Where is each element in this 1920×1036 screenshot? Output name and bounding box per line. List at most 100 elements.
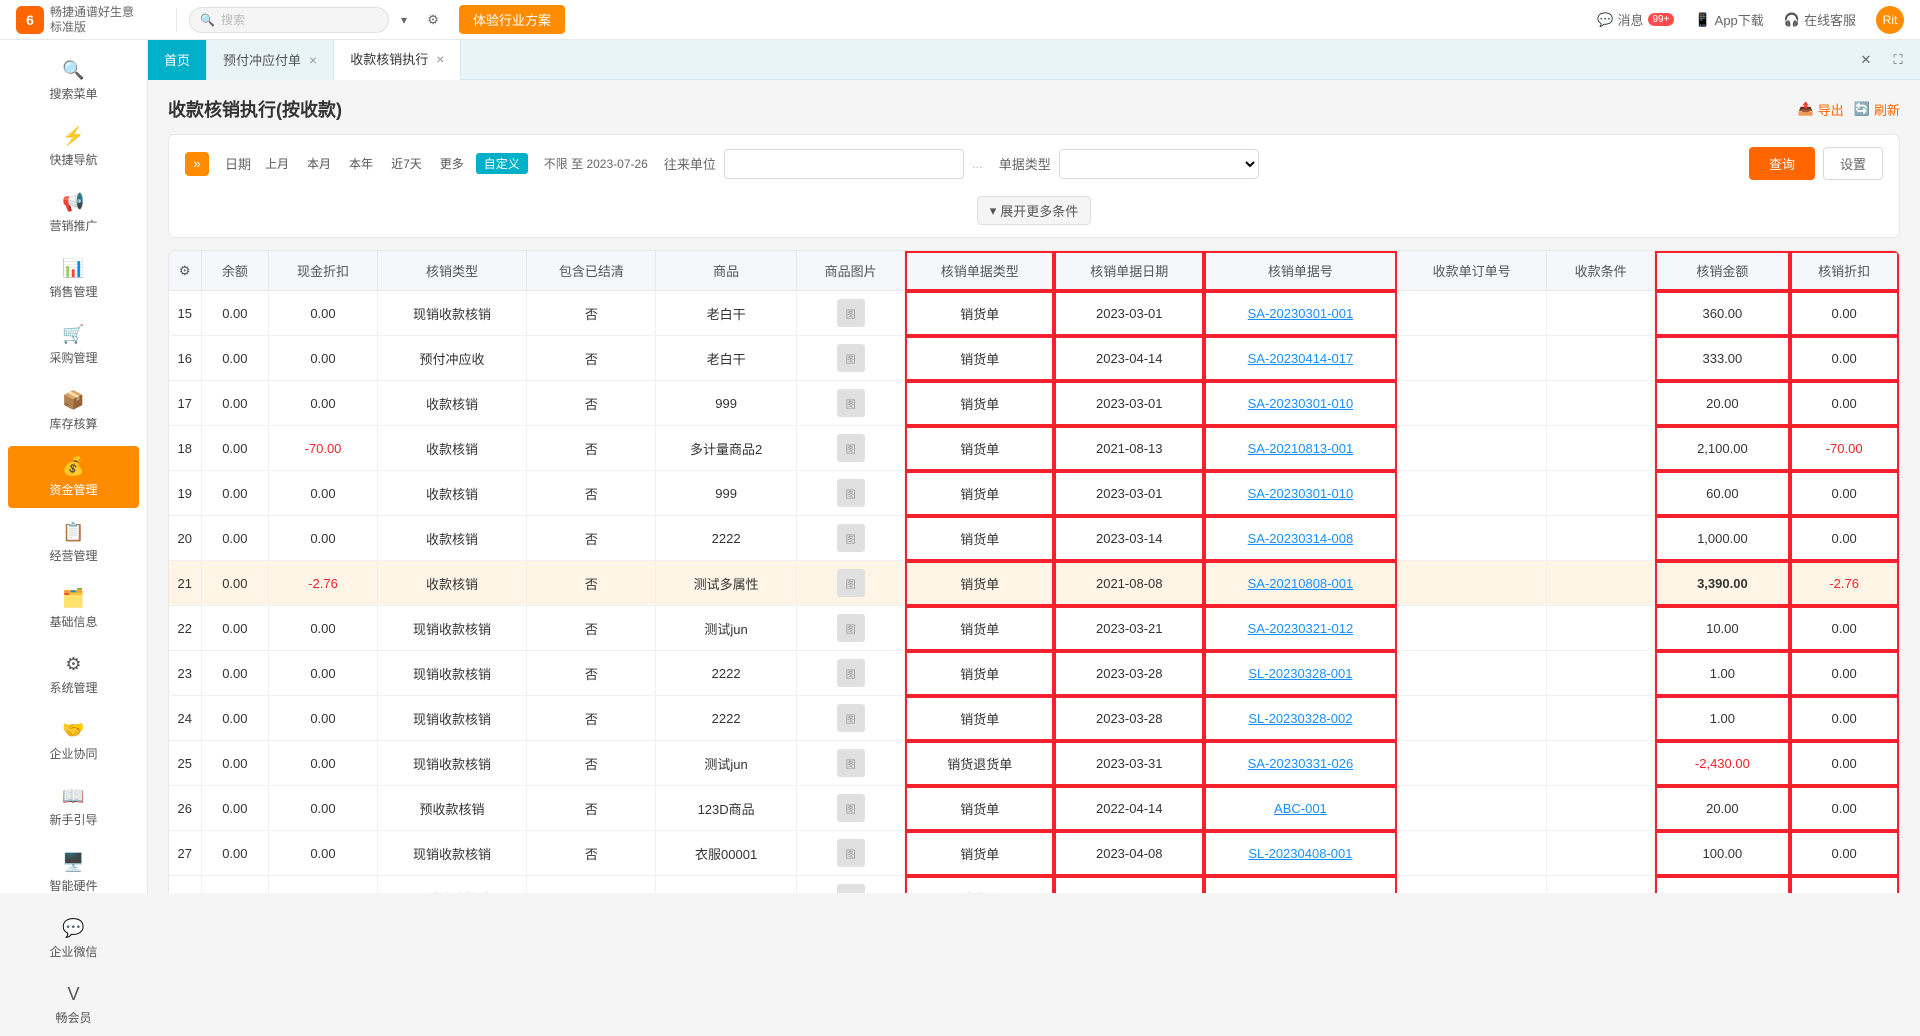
messages-label: 消息 (1617, 10, 1643, 29)
collapse-btn[interactable]: » (185, 152, 209, 176)
th-settings[interactable]: ⚙ (169, 251, 201, 291)
cell-verify-discount: 0.00 (1790, 651, 1899, 696)
cell-goods: 测试jun (656, 606, 796, 651)
page-content: 收款核销执行(按收款) 📤 导出 🔄 刷新 » (148, 80, 1920, 893)
more-date-btn[interactable]: 更多 (434, 153, 470, 174)
online-service-btn[interactable]: 🎧 在线客服 (1784, 10, 1856, 29)
last-7days-btn[interactable]: 近7天 (385, 153, 428, 174)
voucher-type-select[interactable] (1059, 149, 1259, 179)
cell-goods: 测试jun (656, 741, 796, 786)
sidebar-item-hardware[interactable]: 🖥️ 智能硬件 (8, 842, 139, 904)
setting-button[interactable]: 设置 (1823, 147, 1883, 180)
verify-bill-no-link[interactable]: SA-20210813-001 (1248, 441, 1354, 456)
sidebar-item-sales[interactable]: 📊 销售管理 (8, 248, 139, 310)
tab-bar-actions: ✕ ⛶ (1852, 46, 1920, 74)
last-month-btn[interactable]: 上月 (259, 153, 295, 174)
verify-bill-no-link[interactable]: SL-20230408-001 (1248, 846, 1352, 861)
cell-verify-bill-date: 2021-08-08 (1054, 561, 1204, 606)
maximize-icon[interactable]: ⛶ (1884, 46, 1912, 74)
sidebar-item-guide[interactable]: 📖 新手引导 (8, 776, 139, 838)
sidebar-item-shortcuts[interactable]: ⚡ 快捷导航 (8, 116, 139, 178)
table-row: 240.000.00现销收款核销否2222图销货单2023-03-28SL-20… (169, 696, 1899, 741)
partner-input[interactable] (724, 149, 964, 179)
cell-verify-discount: 0.00 (1790, 381, 1899, 426)
verify-bill-no-link[interactable]: SA-20230414-017 (1248, 351, 1354, 366)
cell-row-num: 19 (169, 471, 201, 516)
partner-label: 往来单位 (664, 154, 716, 173)
dropdown-button[interactable]: ▾ (401, 13, 407, 27)
table-row: 280.000.00现销收款核销否2222图销货单2023-04-18SL-20… (169, 876, 1899, 894)
tab-home[interactable]: 首页 (148, 40, 207, 80)
this-year-btn[interactable]: 本年 (343, 153, 379, 174)
query-button[interactable]: 查询 (1749, 147, 1815, 180)
sidebar-item-basic-info[interactable]: 🗂️ 基础信息 (8, 578, 139, 640)
verify-bill-no-link[interactable]: SA-20230301-010 (1248, 486, 1354, 501)
cell-receipt-condition (1546, 606, 1655, 651)
verify-bill-no-link[interactable]: SA-20210808-001 (1248, 576, 1354, 591)
verify-bill-no-link[interactable]: SA-20230321-012 (1248, 621, 1354, 636)
cell-verify-bill-no: SA-20230331-026 (1204, 741, 1397, 786)
tab-prepay-close[interactable]: × (309, 52, 317, 68)
sidebar-item-finance[interactable]: 💰 资金管理 (8, 446, 139, 508)
sidebar-item-search[interactable]: 🔍 搜索菜单 (8, 50, 139, 112)
verify-bill-no-link[interactable]: SL-20230328-002 (1248, 711, 1352, 726)
cell-cash-discount: 0.00 (269, 291, 378, 336)
messages-btn[interactable]: 💬 消息 99+ (1597, 10, 1674, 29)
chevron-down-icon: ▾ (990, 203, 997, 219)
verify-bill-no-link[interactable]: SA-20230301-001 (1248, 306, 1354, 321)
sidebar-item-operations[interactable]: 📋 经营管理 (8, 512, 139, 574)
table-row: 250.000.00现销收款核销否测试jun图销货退货单2023-03-31SA… (169, 741, 1899, 786)
sidebar-item-system[interactable]: ⚙ 系统管理 (8, 644, 139, 706)
cell-verify-type: 现销收款核销 (377, 651, 527, 696)
cell-goods-img: 图 (796, 606, 905, 651)
cell-verify-bill-date: 2023-03-01 (1054, 471, 1204, 516)
cell-goods: 2222 (656, 876, 796, 894)
purchase-icon: 🛒 (62, 324, 84, 345)
expand-label: 展开更多条件 (1000, 201, 1078, 220)
sidebar-item-wechat[interactable]: 💬 企业微信 (8, 908, 139, 970)
cell-receipt-condition (1546, 471, 1655, 516)
th-verify-bill-no: 核销单据号 (1204, 251, 1397, 291)
tab-receipt-verify[interactable]: 收款核销执行 × (334, 40, 461, 80)
verify-bill-no-link[interactable]: SA-20230314-008 (1248, 531, 1354, 546)
cell-verify-amount: 100.00 (1655, 831, 1790, 876)
trial-button[interactable]: 体验行业方案 (459, 5, 565, 34)
cell-row-num: 21 (169, 561, 201, 606)
verify-bill-no-link[interactable]: SL-20230328-001 (1248, 666, 1352, 681)
cell-cash-discount: 0.00 (269, 876, 378, 894)
cell-receipt-condition (1546, 651, 1655, 696)
this-month-btn[interactable]: 本月 (301, 153, 337, 174)
verify-bill-no-link[interactable]: ABC-001 (1274, 801, 1327, 816)
cell-verify-type: 现销收款核销 (377, 696, 527, 741)
sidebar-item-inventory[interactable]: 📦 库存核算 (8, 380, 139, 442)
export-button[interactable]: 📤 导出 (1798, 100, 1844, 119)
table-scroll-area[interactable]: ⚙ 余额 现金折扣 核销类型 包含已结清 商品 商品图片 核销单据类型 核销单据… (169, 251, 1899, 893)
refresh-button[interactable]: 🔄 刷新 (1854, 100, 1900, 119)
hardware-icon: 🖥️ (62, 852, 84, 873)
app-download-btn[interactable]: 📱 App下载 (1694, 10, 1763, 29)
close-tab-icon[interactable]: ✕ (1852, 46, 1880, 74)
cell-verify-bill-type: 销货单 (905, 561, 1055, 606)
tab-receipt-verify-close[interactable]: × (436, 51, 444, 67)
th-verify-bill-type: 核销单据类型 (905, 251, 1055, 291)
expand-conditions-btn[interactable]: ▾ 展开更多条件 (977, 196, 1092, 225)
top-search-bar[interactable]: 🔍 搜索 (189, 7, 389, 33)
search-placeholder: 搜索 (221, 11, 245, 28)
cell-include-settled: 否 (527, 786, 656, 831)
tab-prepay[interactable]: 预付冲应付单 × (207, 40, 334, 80)
sidebar-item-label: 企业协同 (49, 745, 97, 762)
user-avatar[interactable]: Rit (1876, 6, 1904, 34)
verify-bill-no-link[interactable]: SA-20230301-010 (1248, 396, 1354, 411)
cell-goods-img: 图 (796, 471, 905, 516)
sidebar-item-purchase[interactable]: 🛒 采购管理 (8, 314, 139, 376)
logo-name: 畅捷通谱好生意 标准版 (50, 5, 134, 34)
sidebar-item-member[interactable]: V 畅会员 (8, 974, 139, 1036)
settings-icon-btn[interactable]: ⚙ (419, 6, 447, 34)
sidebar-item-enterprise[interactable]: 🤝 企业协同 (8, 710, 139, 772)
sidebar-item-marketing[interactable]: 📢 营销推广 (8, 182, 139, 244)
verify-bill-no-link[interactable]: SA-20230331-026 (1248, 756, 1354, 771)
cell-verify-bill-no: SA-20230314-008 (1204, 516, 1397, 561)
sidebar-item-label: 系统管理 (49, 679, 97, 696)
cell-verify-discount: 0.00 (1790, 606, 1899, 651)
custom-date-btn[interactable]: 自定义 (476, 153, 528, 174)
